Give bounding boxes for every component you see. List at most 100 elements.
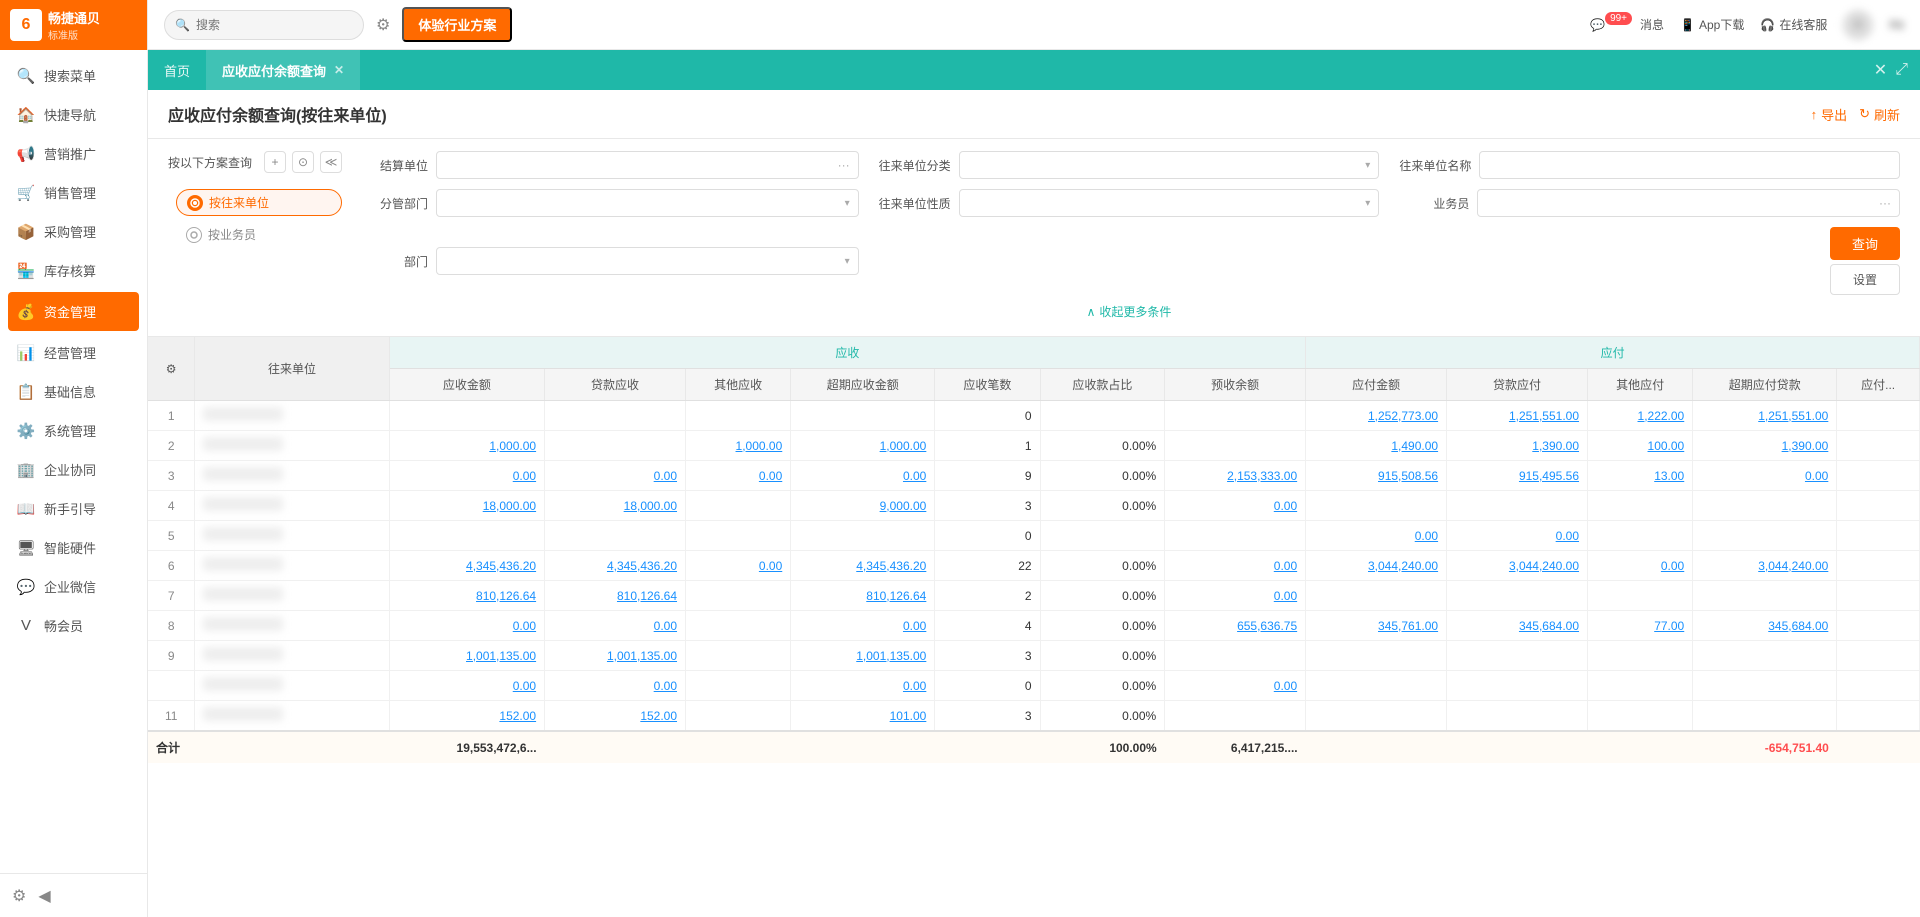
link-ap_overdue[interactable]: 3,044,240.00 — [1758, 559, 1828, 573]
cell-ap_amount[interactable]: 915,508.56 — [1306, 461, 1447, 491]
cell-ar_loan[interactable]: 0.00 — [545, 461, 686, 491]
cell-ar_loan[interactable]: 18,000.00 — [545, 491, 686, 521]
cell-ap_amount[interactable]: 0.00 — [1306, 521, 1447, 551]
link-ar_amount[interactable]: 1,001,135.00 — [466, 649, 536, 663]
search-input[interactable] — [196, 18, 316, 32]
link-ar_prepay[interactable]: 0.00 — [1274, 589, 1297, 603]
link-ap_other[interactable]: 77.00 — [1654, 619, 1684, 633]
add-scheme-btn[interactable]: + — [264, 151, 286, 173]
cell-ap_other[interactable]: 77.00 — [1588, 611, 1693, 641]
setting-button[interactable]: 设置 — [1830, 264, 1900, 295]
link-ap_other[interactable]: 0.00 — [1661, 559, 1684, 573]
sidebar-item-sales[interactable]: 🛒销售管理 — [0, 173, 147, 212]
sidebar-item-wechat[interactable]: 💬企业微信 — [0, 567, 147, 606]
cell-ar_overdue[interactable]: 101.00 — [791, 701, 935, 732]
fenguan-input[interactable]: ▾ — [436, 189, 859, 217]
sidebar-item-quicknav[interactable]: 🏠快捷导航 — [0, 95, 147, 134]
yewuyuan-input[interactable]: ··· — [1477, 189, 1900, 217]
collapse-button[interactable]: ∧ 收起更多条件 — [1087, 303, 1172, 320]
sidebar-item-member[interactable]: V畅会员 — [0, 606, 147, 645]
link-ar_overdue[interactable]: 9,000.00 — [880, 499, 927, 513]
query-button[interactable]: 查询 — [1830, 227, 1900, 260]
tab-close-icon[interactable]: ✕ — [334, 63, 344, 77]
cell-ap_other[interactable]: 100.00 — [1588, 431, 1693, 461]
cell-ar_loan[interactable]: 1,001,135.00 — [545, 641, 686, 671]
link-ar_overdue[interactable]: 1,001,135.00 — [856, 649, 926, 663]
tab-close-all-icon[interactable]: ✕ — [1874, 60, 1887, 80]
cell-ap_overdue[interactable]: 1,390.00 — [1693, 431, 1837, 461]
jiesuan-input[interactable]: ··· — [436, 151, 859, 179]
export-button[interactable]: ↑ 导出 — [1811, 105, 1848, 124]
settings-scheme-btn[interactable]: ⊙ — [292, 151, 314, 173]
cell-ar_loan[interactable]: 0.00 — [545, 611, 686, 641]
link-ar_amount[interactable]: 18,000.00 — [483, 499, 536, 513]
cell-ap_amount[interactable]: 1,490.00 — [1306, 431, 1447, 461]
table-settings-icon[interactable]: ⚙ — [166, 362, 177, 376]
link-ar_other[interactable]: 1,000.00 — [736, 439, 783, 453]
link-ap_loan[interactable]: 3,044,240.00 — [1509, 559, 1579, 573]
link-ap_loan[interactable]: 0.00 — [1556, 529, 1579, 543]
cell-ar_amount[interactable]: 1,000.00 — [389, 431, 545, 461]
cell-ap_overdue[interactable]: 3,044,240.00 — [1693, 551, 1837, 581]
cell-ar_overdue[interactable]: 0.00 — [791, 461, 935, 491]
link-ar_amount[interactable]: 0.00 — [513, 619, 536, 633]
cell-ap_overdue[interactable]: 0.00 — [1693, 461, 1837, 491]
tab-arquery[interactable]: 应收应付余额查询 ✕ — [206, 50, 360, 90]
link-ar_other[interactable]: 0.00 — [759, 559, 782, 573]
sidebar-item-operations[interactable]: 📊经营管理 — [0, 333, 147, 372]
link-ap_overdue[interactable]: 345,684.00 — [1768, 619, 1828, 633]
link-ar_amount[interactable]: 1,000.00 — [489, 439, 536, 453]
sidebar-item-inventory[interactable]: 🏪库存核算 — [0, 251, 147, 290]
th-settings[interactable]: ⚙ — [148, 337, 195, 401]
link-ap_other[interactable]: 100.00 — [1648, 439, 1685, 453]
link-ar_amount[interactable]: 810,126.64 — [476, 589, 536, 603]
link-ar_prepay[interactable]: 0.00 — [1274, 499, 1297, 513]
cell-ar_other[interactable]: 0.00 — [686, 551, 791, 581]
cell-ar_amount[interactable]: 810,126.64 — [389, 581, 545, 611]
sidebar-item-marketing[interactable]: 📢营销推广 — [0, 134, 147, 173]
cell-ar_amount[interactable]: 152.00 — [389, 701, 545, 732]
sidebar-item-hardware[interactable]: 🖥智能硬件 — [0, 528, 147, 567]
more-scheme-btn[interactable]: ≪ — [320, 151, 342, 173]
link-ar_loan[interactable]: 1,001,135.00 — [607, 649, 677, 663]
link-ap_amount[interactable]: 1,490.00 — [1391, 439, 1438, 453]
cell-ar_amount[interactable]: 0.00 — [389, 611, 545, 641]
cell-ar_amount[interactable]: 18,000.00 — [389, 491, 545, 521]
cell-ar_overdue[interactable]: 810,126.64 — [791, 581, 935, 611]
cell-ar_loan[interactable]: 810,126.64 — [545, 581, 686, 611]
link-ar_overdue[interactable]: 0.00 — [903, 679, 926, 693]
link-ap_overdue[interactable]: 0.00 — [1805, 469, 1828, 483]
cell-ar_overdue[interactable]: 1,001,135.00 — [791, 641, 935, 671]
cell-ap_amount[interactable]: 1,252,773.00 — [1306, 401, 1447, 431]
cell-ar_amount[interactable]: 0.00 — [389, 461, 545, 491]
link-ap_amount[interactable]: 1,252,773.00 — [1368, 409, 1438, 423]
cell-ap_loan[interactable]: 915,495.56 — [1447, 461, 1588, 491]
cell-ar_overdue[interactable]: 0.00 — [791, 611, 935, 641]
sidebar-item-system[interactable]: ⚙️系统管理 — [0, 411, 147, 450]
cell-ar_prepay[interactable]: 0.00 — [1165, 551, 1306, 581]
collapse-footer-btn[interactable]: ◀ — [38, 886, 50, 906]
cell-ar_amount[interactable]: 0.00 — [389, 671, 545, 701]
link-ar_prepay[interactable]: 0.00 — [1274, 679, 1297, 693]
filter-option-unit[interactable]: 按往来单位 — [176, 189, 342, 216]
cell-ap_overdue[interactable]: 1,251,551.00 — [1693, 401, 1837, 431]
sidebar-item-corp[interactable]: 🏢企业协同 — [0, 450, 147, 489]
link-ar_loan[interactable]: 4,345,436.20 — [607, 559, 677, 573]
link-ar_amount[interactable]: 4,345,436.20 — [466, 559, 536, 573]
cell-ar_prepay[interactable]: 0.00 — [1165, 581, 1306, 611]
app-action[interactable]: 📱 App下载 — [1680, 16, 1744, 33]
link-ap_other[interactable]: 1,222.00 — [1638, 409, 1685, 423]
cell-ar_overdue[interactable]: 1,000.00 — [791, 431, 935, 461]
cell-ar_prepay[interactable]: 655,636.75 — [1165, 611, 1306, 641]
cell-ar_other[interactable]: 1,000.00 — [686, 431, 791, 461]
link-ar_prepay[interactable]: 655,636.75 — [1237, 619, 1297, 633]
bumen-input[interactable]: ▾ — [436, 247, 859, 275]
message-action[interactable]: 💬 99+ 消息 — [1590, 16, 1664, 33]
link-ap_loan[interactable]: 915,495.56 — [1519, 469, 1579, 483]
link-ar_loan[interactable]: 0.00 — [654, 679, 677, 693]
cell-ap_loan[interactable]: 1,251,551.00 — [1447, 401, 1588, 431]
link-ap_loan[interactable]: 345,684.00 — [1519, 619, 1579, 633]
cell-ap_other[interactable]: 1,222.00 — [1588, 401, 1693, 431]
sidebar-item-basic[interactable]: 📋基础信息 — [0, 372, 147, 411]
link-ap_overdue[interactable]: 1,390.00 — [1782, 439, 1829, 453]
